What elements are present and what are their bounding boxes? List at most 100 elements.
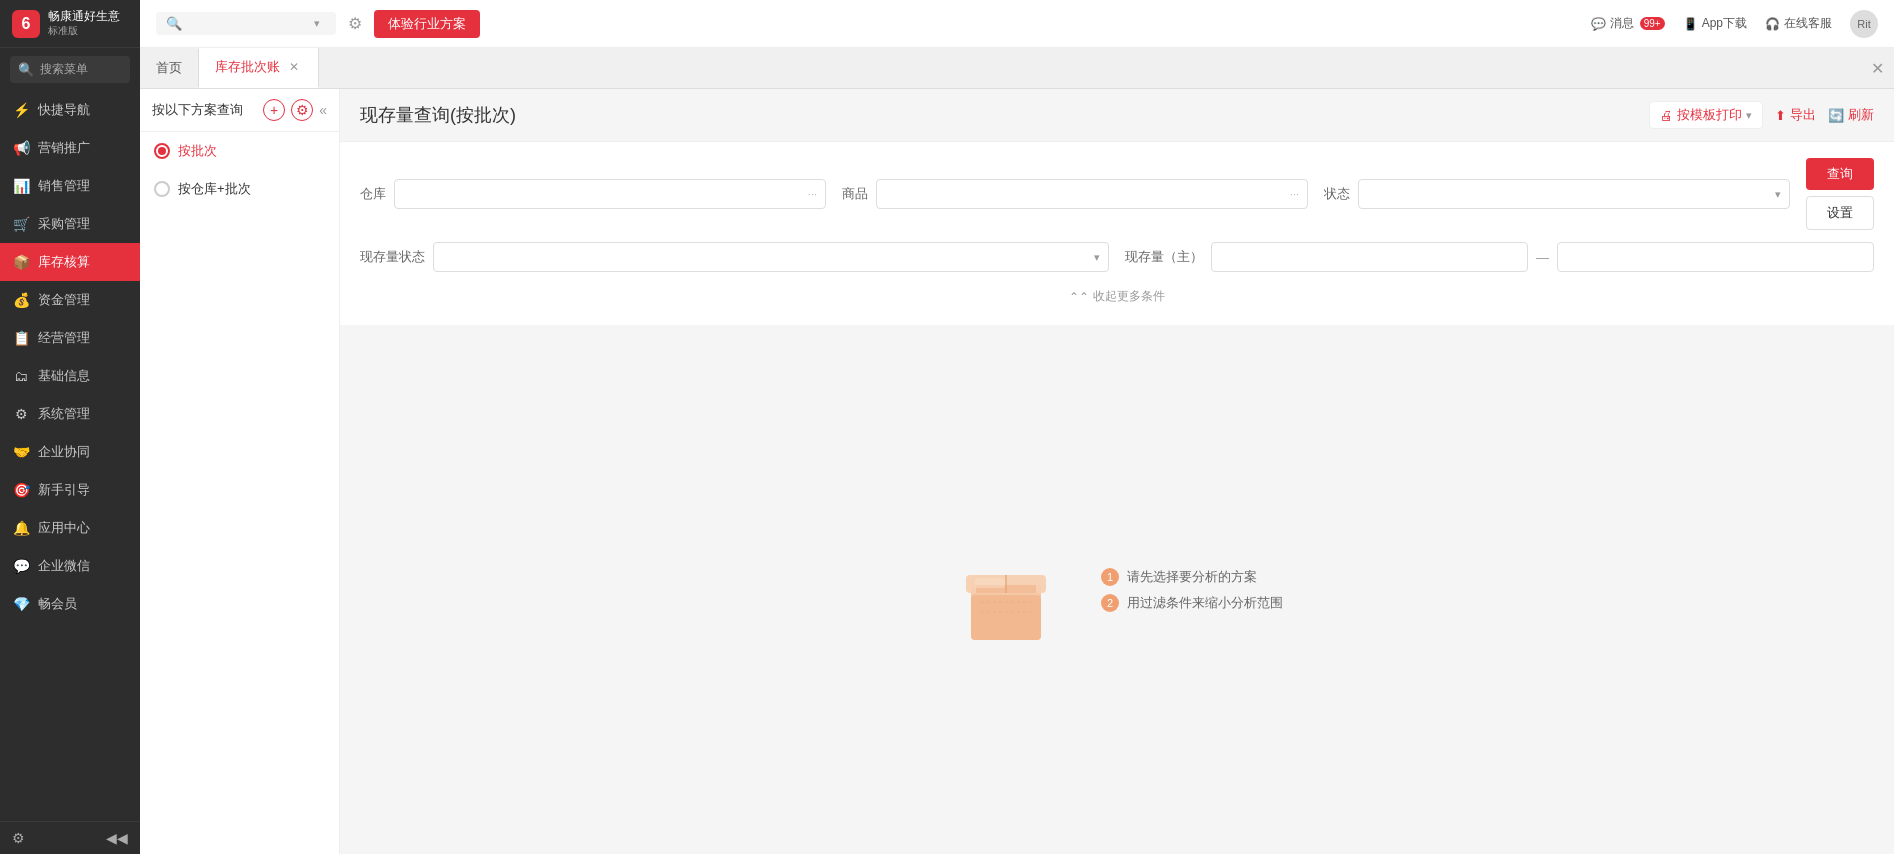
product-more-icon[interactable]: ··· <box>1290 188 1299 200</box>
sidebar-collapse-btn[interactable]: ◀◀ <box>106 830 128 846</box>
user-name: Rit <box>1857 18 1870 30</box>
messages-action[interactable]: 💬 消息 99+ <box>1591 15 1665 32</box>
sidebar-logo: 6 畅康通好生意 标准版 <box>0 0 140 48</box>
tip-num-2: 2 <box>1101 594 1119 612</box>
sidebar-item-wechat[interactable]: 💬 企业微信 <box>0 547 140 585</box>
product-input[interactable]: ··· <box>876 179 1308 209</box>
sidebar-item-label: 销售管理 <box>38 177 90 195</box>
sidebar-item-label: 资金管理 <box>38 291 90 309</box>
sidebar-item-appstore[interactable]: 🔔 应用中心 <box>0 509 140 547</box>
online-service-action[interactable]: 🎧 在线客服 <box>1765 15 1832 32</box>
empty-illustration <box>951 530 1071 650</box>
warehouse-input[interactable]: ··· <box>394 179 826 209</box>
avatar: Rit <box>1850 10 1878 38</box>
header-search-input[interactable] <box>188 17 308 31</box>
sidebar-item-label: 营销推广 <box>38 139 90 157</box>
experience-btn[interactable]: 体验行业方案 <box>374 10 480 38</box>
status-dropdown-icon[interactable]: ▾ <box>1775 188 1781 201</box>
svg-rect-5 <box>975 578 1005 588</box>
qty-min-input[interactable] <box>1211 242 1528 272</box>
sidebar-item-label: 系统管理 <box>38 405 90 423</box>
sidebar-item-label: 企业微信 <box>38 557 90 575</box>
sidebar-item-label: 采购管理 <box>38 215 90 233</box>
sidebar-item-operation[interactable]: 📋 经营管理 <box>0 319 140 357</box>
content-area: 现存量查询(按批次) 🖨 按模板打印 ▾ ⬆ 导出 🔄 刷新 <box>340 89 1894 854</box>
warehouse-more-icon[interactable]: ··· <box>808 188 817 200</box>
sidebar-scroll: ⚡ 快捷导航 📢 营销推广 📊 销售管理 🛒 采购管理 📦 库存核算 💰 资金管… <box>0 91 140 821</box>
scheme-item-by-batch[interactable]: 按批次 <box>140 132 339 170</box>
tab-home[interactable]: 首页 <box>140 49 199 87</box>
top-header: 🔍 ▾ ⚙ 体验行业方案 💬 消息 99+ 📱 App下载 🎧 在线客服 <box>140 0 1894 48</box>
sidebar-item-finance[interactable]: 💰 资金管理 <box>0 281 140 319</box>
filter-warehouse: 仓库 ··· <box>360 179 826 209</box>
sidebar-settings-btn[interactable]: ⚙ <box>12 830 25 846</box>
sidebar-item-label: 企业协同 <box>38 443 90 461</box>
print-btn[interactable]: 🖨 按模板打印 ▾ <box>1649 101 1763 129</box>
print-dropdown-icon[interactable]: ▾ <box>1746 109 1752 122</box>
qty-max-input[interactable] <box>1557 242 1874 272</box>
filter-inventory-status: 现存量状态 ▾ <box>360 242 1109 272</box>
filter-status: 状态 ▾ <box>1324 179 1790 209</box>
messages-badge: 99+ <box>1640 17 1665 30</box>
warehouse-label: 仓库 <box>360 185 386 203</box>
scheme-panel-actions: + ⚙ « <box>263 99 327 121</box>
header-search-box[interactable]: 🔍 ▾ <box>156 12 336 35</box>
sidebar-item-label: 库存核算 <box>38 253 90 271</box>
sales-icon: 📊 <box>12 177 30 195</box>
sidebar-item-quick-nav[interactable]: ⚡ 快捷导航 <box>0 91 140 129</box>
sidebar-item-purchase[interactable]: 🛒 采购管理 <box>0 205 140 243</box>
scheme-item-by-warehouse-batch[interactable]: 按仓库+批次 <box>140 170 339 208</box>
sidebar-item-sales[interactable]: 📊 销售管理 <box>0 167 140 205</box>
product-label: 商品 <box>842 185 868 203</box>
inventory-status-dropdown-icon[interactable]: ▾ <box>1094 251 1100 264</box>
sidebar-item-enterprise[interactable]: 🤝 企业协同 <box>0 433 140 471</box>
filter-area: 仓库 ··· 商品 ··· <box>340 142 1894 325</box>
scheme-label-by-warehouse-batch: 按仓库+批次 <box>178 180 251 198</box>
sidebar-item-label: 畅会员 <box>38 595 77 613</box>
sidebar: 6 畅康通好生意 标准版 🔍 搜索菜单 ⚡ 快捷导航 📢 营销推广 📊 销售管理… <box>0 0 140 854</box>
empty-tips: 1 请先选择要分析的方案 2 用过滤条件来缩小分析范围 <box>1101 568 1283 612</box>
marketing-icon: 📢 <box>12 139 30 157</box>
empty-svg <box>951 530 1071 650</box>
export-btn[interactable]: ⬆ 导出 <box>1775 106 1816 124</box>
app-download-action[interactable]: 📱 App下载 <box>1683 15 1747 32</box>
filter-inventory-qty: 现存量（主） — <box>1125 242 1874 272</box>
phone-icon: 📱 <box>1683 17 1698 31</box>
query-btn[interactable]: 查询 <box>1806 158 1874 190</box>
empty-tip-1: 1 请先选择要分析的方案 <box>1101 568 1283 586</box>
refresh-btn[interactable]: 🔄 刷新 <box>1828 106 1874 124</box>
scheme-panel-title: 按以下方案查询 <box>152 101 243 119</box>
status-select[interactable]: ▾ <box>1358 179 1790 209</box>
purchase-icon: 🛒 <box>12 215 30 233</box>
sidebar-search[interactable]: 🔍 搜索菜单 <box>10 56 130 83</box>
sidebar-item-label: 经营管理 <box>38 329 90 347</box>
header-settings-icon[interactable]: ⚙ <box>348 14 362 33</box>
scheme-settings-btn[interactable]: ⚙ <box>291 99 313 121</box>
tab-close-icon[interactable]: ✕ <box>286 59 302 75</box>
messages-icon: 💬 <box>1591 17 1606 31</box>
sidebar-item-marketing[interactable]: 📢 营销推广 <box>0 129 140 167</box>
sidebar-item-member[interactable]: 💎 畅会员 <box>0 585 140 623</box>
sidebar-item-inventory[interactable]: 📦 库存核算 <box>0 243 140 281</box>
quick-nav-icon: ⚡ <box>12 101 30 119</box>
collapse-more[interactable]: ⌃⌃ 收起更多条件 <box>360 284 1874 309</box>
scheme-add-btn[interactable]: + <box>263 99 285 121</box>
app-name: 畅康通好生意 <box>48 9 120 25</box>
sidebar-item-basic[interactable]: 🗂 基础信息 <box>0 357 140 395</box>
search-dropdown-icon[interactable]: ▾ <box>314 17 320 30</box>
tip-num-1: 1 <box>1101 568 1119 586</box>
tab-inventory-batch[interactable]: 库存批次账 ✕ <box>199 48 319 88</box>
user-avatar[interactable]: Rit <box>1850 10 1878 38</box>
page-title-bar: 现存量查询(按批次) 🖨 按模板打印 ▾ ⬆ 导出 🔄 刷新 <box>340 89 1894 142</box>
scheme-panel-header: 按以下方案查询 + ⚙ « <box>140 89 339 132</box>
inventory-status-select[interactable]: ▾ <box>433 242 1109 272</box>
print-btn-label: 按模板打印 <box>1677 106 1742 124</box>
sidebar-item-system[interactable]: ⚙ 系统管理 <box>0 395 140 433</box>
sidebar-item-newuser[interactable]: 🎯 新手引导 <box>0 471 140 509</box>
tab-close-all[interactable]: ✕ <box>1871 59 1884 78</box>
status-label: 状态 <box>1324 185 1350 203</box>
export-icon: ⬆ <box>1775 108 1786 123</box>
scheme-collapse-btn[interactable]: « <box>319 102 327 118</box>
newuser-icon: 🎯 <box>12 481 30 499</box>
setting-btn[interactable]: 设置 <box>1806 196 1874 230</box>
